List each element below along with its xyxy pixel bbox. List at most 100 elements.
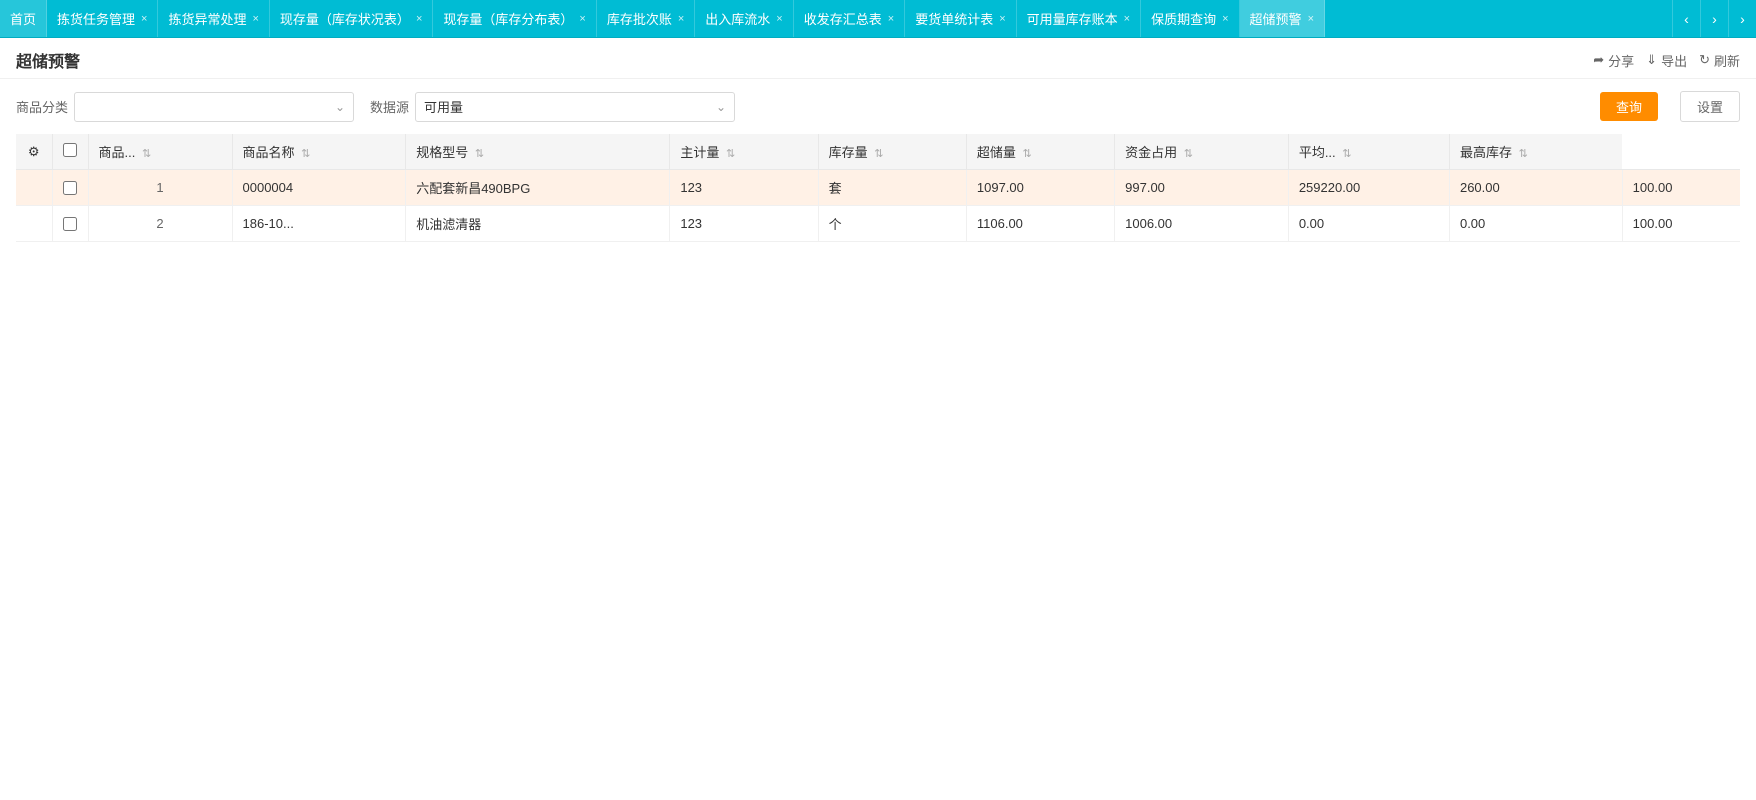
nav-avail-stock[interactable]: 可用量库存账本 × [1017, 0, 1141, 38]
row-overstock-1: 1006.00 [1115, 206, 1289, 242]
row-product-name-1: 机油滤清器 [406, 206, 670, 242]
row-stock-1: 1106.00 [966, 206, 1114, 242]
row-checkbox-0[interactable] [63, 181, 77, 195]
col-header-spec[interactable]: 规格型号 ⇅ [406, 134, 670, 170]
datasource-label: 数据源 [370, 97, 409, 116]
row-index-0: 1 [88, 170, 232, 206]
refresh-button[interactable]: ↻ 刷新 [1699, 51, 1740, 70]
row-spec-0: 123 [670, 170, 818, 206]
row-overstock-0: 997.00 [1115, 170, 1289, 206]
close-stock-dist[interactable]: × [579, 13, 585, 25]
nav-pick-exception[interactable]: 拣货异常处理 × [158, 0, 269, 38]
share-icon: ➦ [1593, 52, 1604, 68]
datasource-dropdown-icon: ⌄ [716, 100, 726, 114]
row-capital-1: 0.00 [1288, 206, 1449, 242]
datasource-select-value: 可用量 [424, 97, 463, 116]
close-pick-exception[interactable]: × [252, 13, 258, 25]
sort-icon-unit: ⇅ [726, 147, 735, 160]
row-checkbox-1[interactable] [63, 217, 77, 231]
row-avg-price-0: 260.00 [1449, 170, 1622, 206]
col-header-settings: ⚙ [16, 134, 52, 170]
close-avail-stock[interactable]: × [1124, 13, 1130, 25]
close-expiry[interactable]: × [1222, 13, 1228, 25]
nav-arrow-group: ‹ › › [1672, 0, 1756, 38]
nav-prev-arrow[interactable]: ‹ [1672, 0, 1700, 38]
row-unit-1: 个 [818, 206, 966, 242]
nav-next-arrow[interactable]: › [1700, 0, 1728, 38]
nav-overstock[interactable]: 超储预警 × [1240, 0, 1325, 38]
sort-icon-overstock: ⇅ [1023, 147, 1032, 160]
nav-recv-send[interactable]: 收发存汇总表 × [794, 0, 905, 38]
nav-req-stat[interactable]: 要货单统计表 × [905, 0, 1016, 38]
nav-stock-dist[interactable]: 现存量（库存分布表） × [433, 0, 596, 38]
nav-more-arrow[interactable]: › [1728, 0, 1756, 38]
col-header-unit[interactable]: 主计量 ⇅ [670, 134, 818, 170]
nav-pick-task[interactable]: 拣货任务管理 × [47, 0, 158, 38]
close-inout-flow[interactable]: × [776, 13, 782, 25]
share-button[interactable]: ➦ 分享 [1593, 51, 1634, 70]
row-max-stock-0: 100.00 [1622, 170, 1740, 206]
row-spec-1: 123 [670, 206, 818, 242]
page-title: 超储预警 [16, 48, 80, 72]
row-checkbox-cell [52, 170, 88, 206]
top-navigation: 首页 拣货任务管理 × 拣货异常处理 × 现存量（库存状况表） × 现存量（库存… [0, 0, 1756, 38]
sort-icon-product-code: ⇅ [142, 147, 151, 160]
datasource-filter-group: 数据源 可用量 ⌄ [370, 92, 735, 122]
row-checkbox-cell [52, 206, 88, 242]
datasource-select[interactable]: 可用量 ⌄ [415, 92, 735, 122]
row-capital-0: 259220.00 [1288, 170, 1449, 206]
col-header-checkbox [52, 134, 88, 170]
close-pick-task[interactable]: × [141, 13, 147, 25]
row-settings-cell [16, 170, 52, 206]
sort-icon-capital: ⇅ [1184, 147, 1193, 160]
row-index-1: 2 [88, 206, 232, 242]
col-header-overstock[interactable]: 超储量 ⇅ [966, 134, 1114, 170]
row-max-stock-1: 100.00 [1622, 206, 1740, 242]
col-header-capital[interactable]: 资金占用 ⇅ [1115, 134, 1289, 170]
row-product-code-1: 186-10... [232, 206, 406, 242]
table-row: 2 186-10... 机油滤清器 123 个 1106.00 1006.00 … [16, 206, 1740, 242]
close-overstock[interactable]: × [1308, 13, 1314, 25]
table-body: 1 0000004 六配套新昌490BPG 123 套 1097.00 997.… [16, 170, 1740, 242]
table-header-row: ⚙ 商品... ⇅ 商品名称 ⇅ 规格型号 ⇅ 主计量 [16, 134, 1740, 170]
close-req-stat[interactable]: × [999, 13, 1005, 25]
close-batch-account[interactable]: × [678, 13, 684, 25]
settings-button[interactable]: 设置 [1680, 91, 1740, 122]
main-table-container: ⚙ 商品... ⇅ 商品名称 ⇅ 规格型号 ⇅ 主计量 [0, 134, 1756, 242]
sort-icon-product-name: ⇅ [301, 147, 310, 160]
query-button[interactable]: 查询 [1600, 92, 1658, 121]
col-header-product-code[interactable]: 商品... ⇅ [88, 134, 232, 170]
export-icon: ⇓ [1646, 52, 1657, 68]
row-unit-0: 套 [818, 170, 966, 206]
page-header: 超储预警 ➦ 分享 ⇓ 导出 ↻ 刷新 [0, 38, 1756, 79]
nav-stock-status[interactable]: 现存量（库存状况表） × [270, 0, 433, 38]
filter-area: 商品分类 ⌄ 数据源 可用量 ⌄ 查询 设置 [0, 79, 1756, 134]
nav-batch-account[interactable]: 库存批次账 × [597, 0, 695, 38]
export-button[interactable]: ⇓ 导出 [1646, 51, 1687, 70]
col-header-product-name[interactable]: 商品名称 ⇅ [232, 134, 406, 170]
close-recv-send[interactable]: × [888, 13, 894, 25]
nav-inout-flow[interactable]: 出入库流水 × [695, 0, 793, 38]
col-header-stock[interactable]: 库存量 ⇅ [818, 134, 966, 170]
table-row: 1 0000004 六配套新昌490BPG 123 套 1097.00 997.… [16, 170, 1740, 206]
settings-icon[interactable]: ⚙ [28, 144, 40, 159]
select-all-checkbox[interactable] [63, 143, 77, 157]
col-header-avg-price[interactable]: 平均... ⇅ [1288, 134, 1449, 170]
row-settings-cell [16, 206, 52, 242]
row-product-code-0: 0000004 [232, 170, 406, 206]
row-avg-price-1: 0.00 [1449, 206, 1622, 242]
close-stock-status[interactable]: × [416, 13, 422, 25]
overstock-table: ⚙ 商品... ⇅ 商品名称 ⇅ 规格型号 ⇅ 主计量 [16, 134, 1740, 242]
row-stock-0: 1097.00 [966, 170, 1114, 206]
nav-expiry[interactable]: 保质期查询 × [1141, 0, 1239, 38]
category-dropdown-icon: ⌄ [335, 100, 345, 114]
sort-icon-avg-price: ⇅ [1342, 147, 1351, 160]
nav-home[interactable]: 首页 [0, 0, 47, 38]
category-select[interactable]: ⌄ [74, 92, 354, 122]
col-header-max-stock[interactable]: 最高库存 ⇅ [1449, 134, 1622, 170]
sort-icon-spec: ⇅ [475, 147, 484, 160]
row-product-name-0: 六配套新昌490BPG [406, 170, 670, 206]
category-label: 商品分类 [16, 97, 68, 116]
sort-icon-stock: ⇅ [874, 147, 883, 160]
sort-icon-max-stock: ⇅ [1519, 147, 1528, 160]
